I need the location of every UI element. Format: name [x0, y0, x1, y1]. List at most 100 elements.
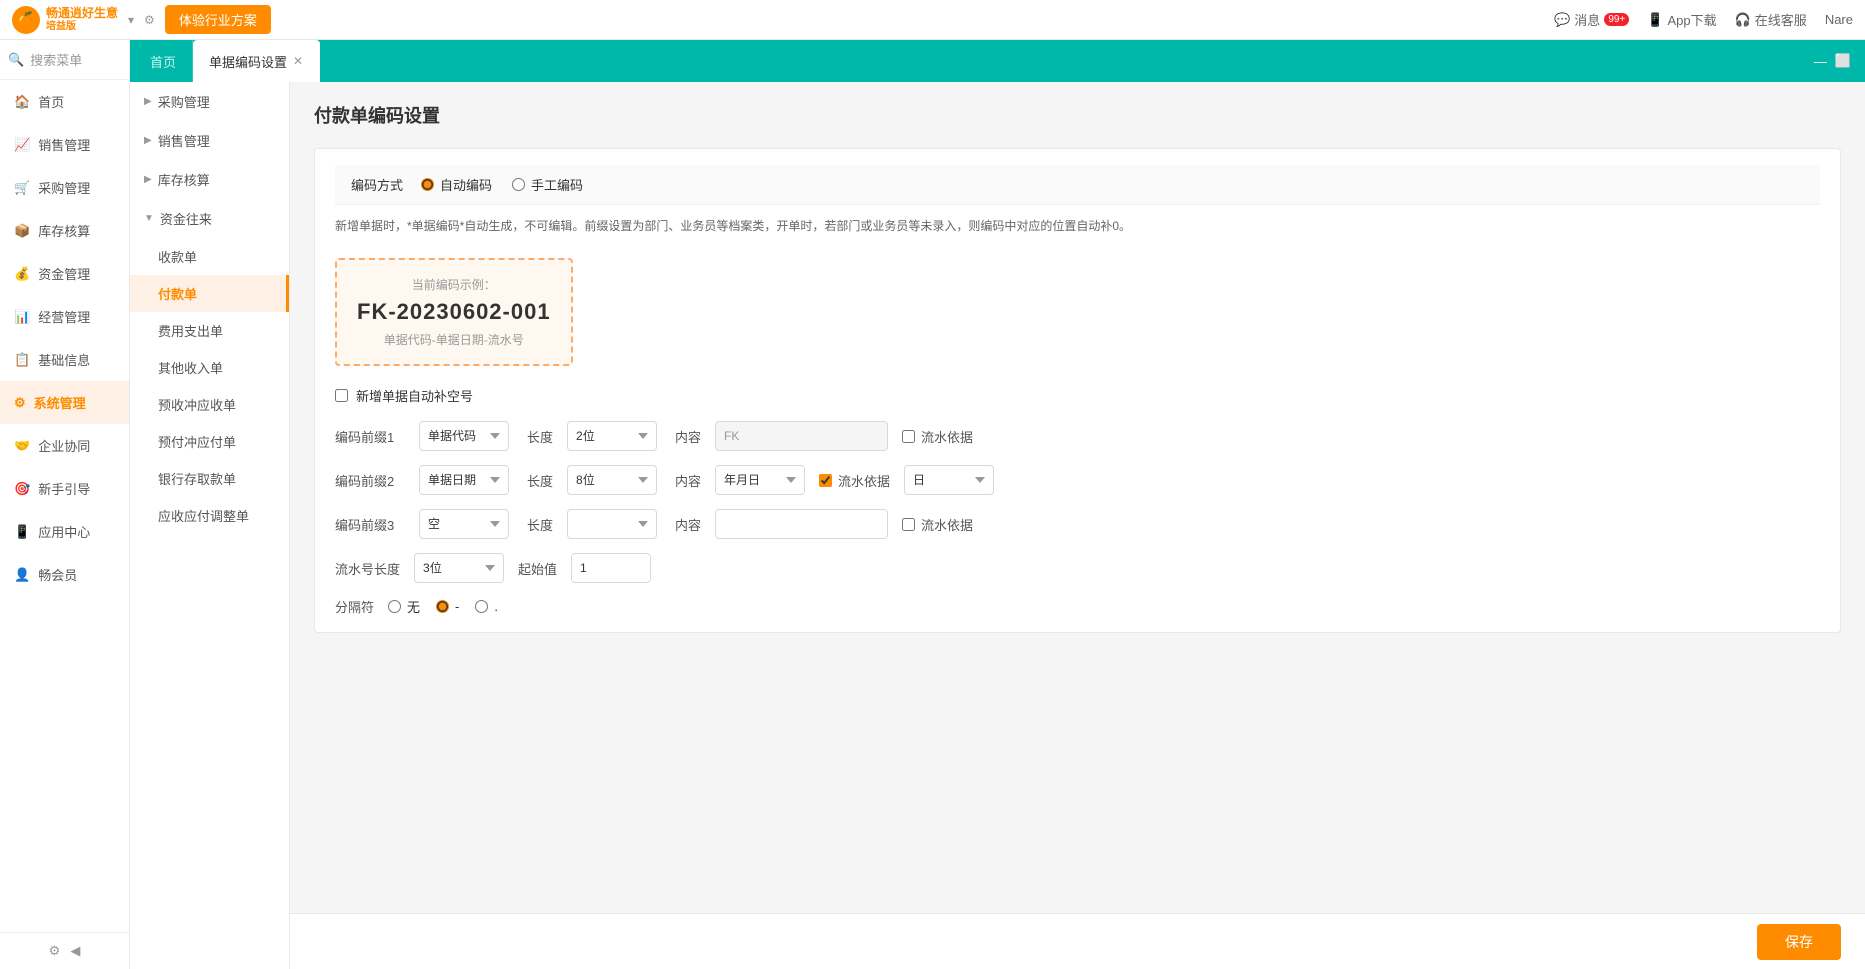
serial-length-select[interactable]: 3位	[414, 553, 504, 583]
message-badge: 99+	[1604, 13, 1629, 26]
search-menu[interactable]: 🔍 搜索菜单	[0, 40, 129, 80]
length3-select[interactable]	[567, 509, 657, 539]
manual-encoding-radio[interactable]	[512, 178, 525, 191]
stream3-label: 流水依据	[921, 515, 973, 534]
sidebar-item-member[interactable]: 👤 畅会员	[0, 553, 129, 596]
stream1-checkbox[interactable]	[902, 430, 915, 443]
sep-dash-option[interactable]: -	[436, 599, 459, 614]
sep-dot-radio[interactable]	[475, 600, 488, 613]
auto-encoding-option[interactable]: 自动编码	[421, 175, 492, 194]
menu-group-capital-label: 资金往来	[160, 209, 212, 228]
prefix1-select[interactable]: 单据代码	[419, 421, 509, 451]
content2-select[interactable]: 年月日	[715, 465, 805, 495]
user-menu[interactable]: Nare	[1825, 12, 1853, 27]
submenu-prepay-receive[interactable]: 预收冲应收单	[130, 386, 289, 423]
purchase-icon: 🛒	[14, 180, 30, 196]
tab-serial-settings[interactable]: 单据编码设置 ✕	[193, 40, 320, 82]
sep-none-radio[interactable]	[388, 600, 401, 613]
message-label: 消息	[1574, 10, 1600, 29]
prefix-row-2: 编码前缀2 单据日期 长度 8位 内容 年月日	[335, 465, 1820, 495]
sidebar-item-sales[interactable]: 📈 销售管理	[0, 123, 129, 166]
menu-group-sales[interactable]: ▶ 销售管理	[130, 121, 289, 160]
sidebar-label-sales: 销售管理	[38, 135, 90, 154]
stream2-checkbox[interactable]	[819, 474, 832, 487]
length2-select[interactable]: 8位	[567, 465, 657, 495]
nav-dropdown[interactable]: ▾	[128, 13, 134, 27]
content1-label: 内容	[675, 427, 701, 446]
chevron-capital-icon: ▼	[144, 213, 154, 224]
prefix3-select[interactable]: 空	[419, 509, 509, 539]
code-preview-box: 当前编码示例： FK-20230602-001 单据代码-单据日期-流水号	[335, 258, 573, 366]
menu-group-purchase-label: 采购管理	[158, 92, 210, 111]
sidebar-item-apps[interactable]: 📱 应用中心	[0, 510, 129, 553]
sep-none-option[interactable]: 无	[388, 597, 420, 616]
content2-label: 内容	[675, 471, 701, 490]
submenu-receivable-adj[interactable]: 应收应付调整单	[130, 497, 289, 534]
preview-value: FK-20230602-001	[357, 299, 551, 325]
chevron-inventory-icon: ▶	[144, 174, 152, 185]
save-button[interactable]: 保存	[1757, 924, 1841, 960]
tab-bar: 首页 单据编码设置 ✕ — ⬜	[130, 40, 1865, 82]
length1-label: 长度	[527, 427, 553, 446]
menu-group-inventory[interactable]: ▶ 库存核算	[130, 160, 289, 199]
message-icon: 💬	[1554, 12, 1570, 28]
sidebar-item-purchase[interactable]: 🛒 采购管理	[0, 166, 129, 209]
tab-minimize-icon[interactable]: —	[1814, 54, 1827, 69]
sidebar-item-enterprise[interactable]: 🤝 企业协同	[0, 424, 129, 467]
sidebar-item-system[interactable]: ⚙ 系统管理	[0, 381, 129, 424]
sidebar-settings-icon[interactable]: ⚙	[49, 943, 61, 959]
submenu-prepay-payment[interactable]: 预付冲应付单	[130, 423, 289, 460]
sep-dash-radio[interactable]	[436, 600, 449, 613]
sep-dot-label: .	[494, 599, 498, 614]
menu-group-capital[interactable]: ▼ 资金往来	[130, 199, 289, 238]
sidebar-item-inventory[interactable]: 📦 库存核算	[0, 209, 129, 252]
menu-group-sales-label: 销售管理	[158, 131, 210, 150]
auto-fill-checkbox[interactable]	[335, 389, 348, 402]
sidebar-item-finance[interactable]: 💰 资金管理	[0, 252, 129, 295]
prefix1-label: 编码前缀1	[335, 427, 405, 446]
sidebar-item-operation[interactable]: 📊 经营管理	[0, 295, 129, 338]
sep-dash-label: -	[455, 599, 459, 614]
submenu-payment[interactable]: 付款单	[130, 275, 289, 312]
manual-encoding-option[interactable]: 手工编码	[512, 175, 583, 194]
start-value-input[interactable]	[571, 553, 651, 583]
content1-input	[715, 421, 888, 451]
experience-btn[interactable]: 体验行业方案	[165, 5, 271, 34]
top-bar: 🍊 畅通逍好生意 培益版 ▾ ⚙ 体验行业方案 💬 消息 99+ 📱 App下载…	[0, 0, 1865, 40]
sidebar-item-basic[interactable]: 📋 基础信息	[0, 338, 129, 381]
tab-maximize-icon[interactable]: ⬜	[1835, 53, 1851, 69]
length3-label: 长度	[527, 515, 553, 534]
service-btn[interactable]: 🎧 在线客服	[1735, 10, 1807, 29]
chevron-sales-icon: ▶	[144, 135, 152, 146]
sep-dot-option[interactable]: .	[475, 599, 498, 614]
menu-group-purchase[interactable]: ▶ 采购管理	[130, 82, 289, 121]
app-download-btn[interactable]: 📱 App下载	[1647, 10, 1716, 29]
user-name: Nare	[1825, 12, 1853, 27]
settings-nav[interactable]: ⚙	[144, 13, 155, 27]
length1-select[interactable]: 2位	[567, 421, 657, 451]
preview-label: 当前编码示例：	[357, 276, 551, 293]
auto-fill-label: 新增单据自动补空号	[356, 386, 473, 405]
content3-input[interactable]	[715, 509, 888, 539]
submenu-receipt[interactable]: 收款单	[130, 238, 289, 275]
prefix-row-3: 编码前缀3 空 长度 内容 流水	[335, 509, 1820, 539]
sidebar-item-home[interactable]: 🏠 首页	[0, 80, 129, 123]
content3-label: 内容	[675, 515, 701, 534]
download-label: App下载	[1667, 10, 1716, 29]
message-btn[interactable]: 💬 消息 99+	[1554, 10, 1629, 29]
submenu-bank-deposit[interactable]: 银行存取款单	[130, 460, 289, 497]
submenu-other-income[interactable]: 其他收入单	[130, 349, 289, 386]
search-label: 搜索菜单	[30, 50, 82, 69]
tab-close-icon[interactable]: ✕	[293, 54, 303, 68]
tab-home[interactable]: 首页	[134, 40, 193, 82]
prefix2-select[interactable]: 单据日期	[419, 465, 509, 495]
auto-encoding-radio[interactable]	[421, 178, 434, 191]
menu-group-inventory-label: 库存核算	[158, 170, 210, 189]
top-bar-left: 🍊 畅通逍好生意 培益版 ▾ ⚙ 体验行业方案	[12, 5, 271, 34]
stream3-checkbox-group: 流水依据	[902, 515, 973, 534]
stream2-period-select[interactable]: 日	[904, 465, 994, 495]
submenu-expense[interactable]: 费用支出单	[130, 312, 289, 349]
stream3-checkbox[interactable]	[902, 518, 915, 531]
sidebar-item-guide[interactable]: 🎯 新手引导	[0, 467, 129, 510]
sidebar-collapse-icon[interactable]: ◀	[70, 943, 80, 959]
